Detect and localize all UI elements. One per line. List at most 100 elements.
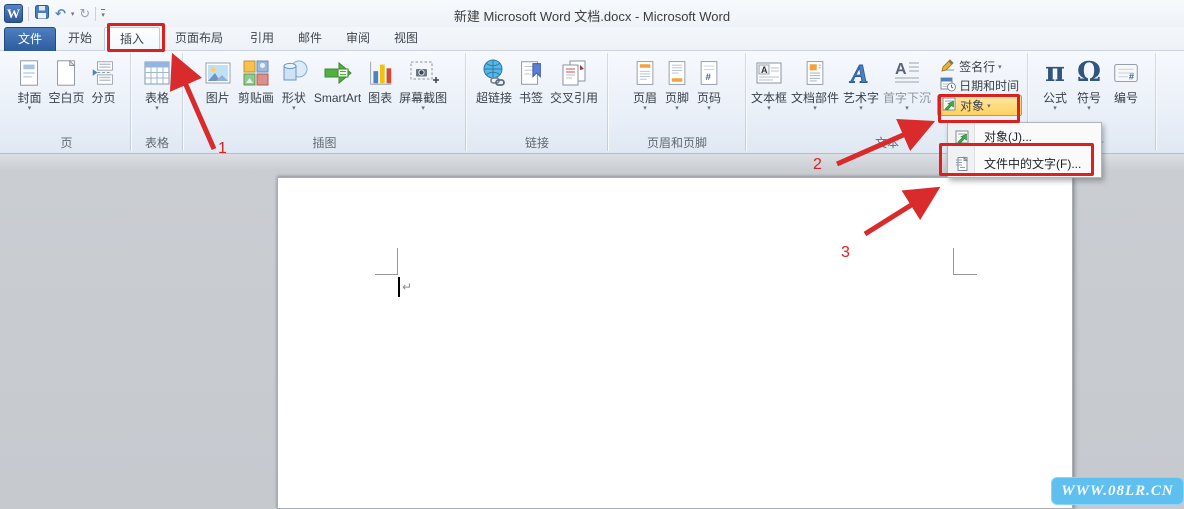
tab-home[interactable]: 开始 — [56, 27, 104, 51]
svg-text:A: A — [849, 59, 869, 88]
cross-reference-button[interactable]: 交叉引用 — [548, 54, 600, 106]
chart-button[interactable]: 图表 — [363, 54, 397, 106]
bookmark-icon — [516, 55, 546, 91]
smartart-icon — [321, 55, 355, 91]
chevron-down-icon: ▾ — [813, 105, 817, 113]
clip-art-button[interactable]: 剪贴画 — [236, 54, 276, 106]
header-button[interactable]: 页眉 ▾ — [629, 54, 661, 114]
hyperlink-icon — [478, 55, 510, 91]
pi-equation-icon: π — [1045, 55, 1065, 91]
ribbon-tab-bar: 文件 开始 插入 页面布局 引用 邮件 审阅 视图 — [0, 27, 1184, 51]
word-window: W ↶ ▾ ↻ ▾ 新建 Microsoft Word 文档.docx - Mi… — [0, 0, 1184, 509]
number-icon: # — [1111, 55, 1141, 91]
footer-icon — [663, 55, 691, 91]
menu-item-object[interactable]: 对象(J)... — [948, 123, 1101, 150]
chevron-down-icon: ▾ — [767, 105, 771, 113]
chevron-down-icon: ▾ — [987, 102, 991, 110]
object-button[interactable]: 对象 ▾ — [937, 95, 1022, 116]
chevron-down-icon: ▾ — [998, 63, 1002, 71]
menu-item-text-from-file[interactable]: 文件中的文字(F)... — [948, 150, 1101, 177]
object-dropdown-menu: 对象(J)... 文件中的文字(F)... — [947, 122, 1102, 178]
group-tables: 表格 ▾ 表格 — [132, 51, 182, 153]
window-title: 新建 Microsoft Word 文档.docx - Microsoft Wo… — [0, 6, 1184, 25]
group-illustrations: 图片 剪贴画 形状 ▾ — [184, 51, 465, 153]
shapes-icon — [278, 55, 310, 91]
hyperlink-button[interactable]: 超链接 — [474, 54, 514, 106]
drop-cap-button[interactable]: A 首字下沉 ▾ — [881, 54, 933, 114]
title-bar: W ↶ ▾ ↻ ▾ 新建 Microsoft Word 文档.docx - Mi… — [0, 0, 1184, 27]
group-label: 页 — [3, 136, 130, 153]
document-page[interactable]: ↵ — [277, 177, 1073, 509]
step-1-label: 1 — [218, 140, 227, 158]
group-label: 页眉和页脚 — [609, 136, 745, 153]
group-label: 表格 — [132, 136, 182, 153]
picture-button[interactable]: 图片 — [200, 54, 236, 106]
screenshot-button[interactable]: 屏幕截图 ▾ — [397, 54, 449, 114]
page-number-button[interactable]: # 页码 ▾ — [693, 54, 725, 114]
screenshot-icon — [407, 55, 439, 91]
chevron-down-icon: ▾ — [1053, 105, 1057, 113]
blank-page-icon — [51, 55, 81, 91]
date-time-icon — [940, 76, 956, 95]
quick-parts-icon — [801, 55, 829, 91]
step-2-label: 2 — [813, 156, 822, 174]
svg-text:A: A — [761, 65, 768, 75]
chevron-down-icon: ▾ — [707, 105, 711, 113]
text-box-icon: A — [753, 55, 785, 91]
drop-cap-icon: A — [891, 55, 923, 91]
chevron-down-icon: ▾ — [859, 105, 863, 113]
table-icon — [141, 55, 173, 91]
chevron-down-icon: ▾ — [292, 105, 296, 113]
date-time-button[interactable]: 日期和时间 — [937, 76, 1022, 95]
header-icon — [631, 55, 659, 91]
page-number-icon: # — [695, 55, 723, 91]
document-workspace: ↵ — [0, 154, 1184, 509]
wordart-button[interactable]: A 艺术字 ▾ — [841, 54, 881, 114]
chevron-down-icon: ▾ — [155, 105, 159, 113]
tab-view[interactable]: 视图 — [382, 27, 430, 51]
table-button[interactable]: 表格 ▾ — [139, 54, 175, 114]
number-button[interactable]: # 编号 — [1109, 54, 1143, 106]
text-cursor — [398, 277, 400, 297]
wordart-icon: A — [846, 55, 876, 91]
group-label: 链接 — [467, 136, 607, 153]
equation-button[interactable]: π 公式 ▾ — [1041, 54, 1069, 114]
shapes-button[interactable]: 形状 ▾ — [276, 54, 312, 114]
object-icon — [941, 96, 957, 115]
tab-references[interactable]: 引用 — [238, 27, 286, 51]
blank-page-button[interactable]: 空白页 — [46, 54, 86, 106]
group-header-footer: 页眉 ▾ 页脚 ▾ # 页码 ▾ 页眉和页脚 — [609, 51, 745, 153]
cover-page-button[interactable]: 封面 ▾ — [12, 54, 46, 114]
chevron-down-icon: ▾ — [675, 105, 679, 113]
svg-text:A: A — [895, 61, 907, 78]
step-3-label: 3 — [841, 244, 850, 262]
tab-mailings[interactable]: 邮件 — [286, 27, 334, 51]
tab-insert[interactable]: 插入 — [104, 27, 160, 51]
omega-symbol-icon: Ω — [1077, 55, 1101, 91]
margin-mark-top-right — [953, 248, 977, 275]
smartart-button[interactable]: SmartArt — [312, 54, 363, 106]
chevron-down-icon: ▾ — [643, 105, 647, 113]
chevron-down-icon: ▾ — [28, 105, 32, 113]
clip-art-icon — [240, 55, 272, 91]
chevron-down-icon: ▾ — [421, 105, 425, 113]
signature-line-button[interactable]: 签名行 ▾ — [937, 57, 1022, 76]
text-file-icon — [948, 156, 975, 172]
watermark: WWW.08LR.CN — [1051, 477, 1184, 505]
footer-button[interactable]: 页脚 ▾ — [661, 54, 693, 114]
bookmark-button[interactable]: 书签 — [514, 54, 548, 106]
object-icon — [948, 129, 975, 145]
group-pages: 封面 ▾ 空白页 分页 页 — [3, 51, 130, 153]
quick-parts-button[interactable]: 文档部件 ▾ — [789, 54, 841, 114]
tab-file[interactable]: 文件 — [4, 27, 56, 51]
chevron-down-icon: ▾ — [1087, 105, 1091, 113]
symbol-button[interactable]: Ω 符号 ▾ — [1075, 54, 1103, 114]
paragraph-mark: ↵ — [402, 280, 412, 294]
tab-page-layout[interactable]: 页面布局 — [160, 27, 238, 51]
tab-review[interactable]: 审阅 — [334, 27, 382, 51]
chart-icon — [365, 55, 395, 91]
page-break-button[interactable]: 分页 — [87, 54, 121, 106]
cover-page-icon — [14, 55, 44, 91]
text-box-button[interactable]: A 文本框 ▾ — [749, 54, 789, 114]
picture-icon — [202, 55, 234, 91]
